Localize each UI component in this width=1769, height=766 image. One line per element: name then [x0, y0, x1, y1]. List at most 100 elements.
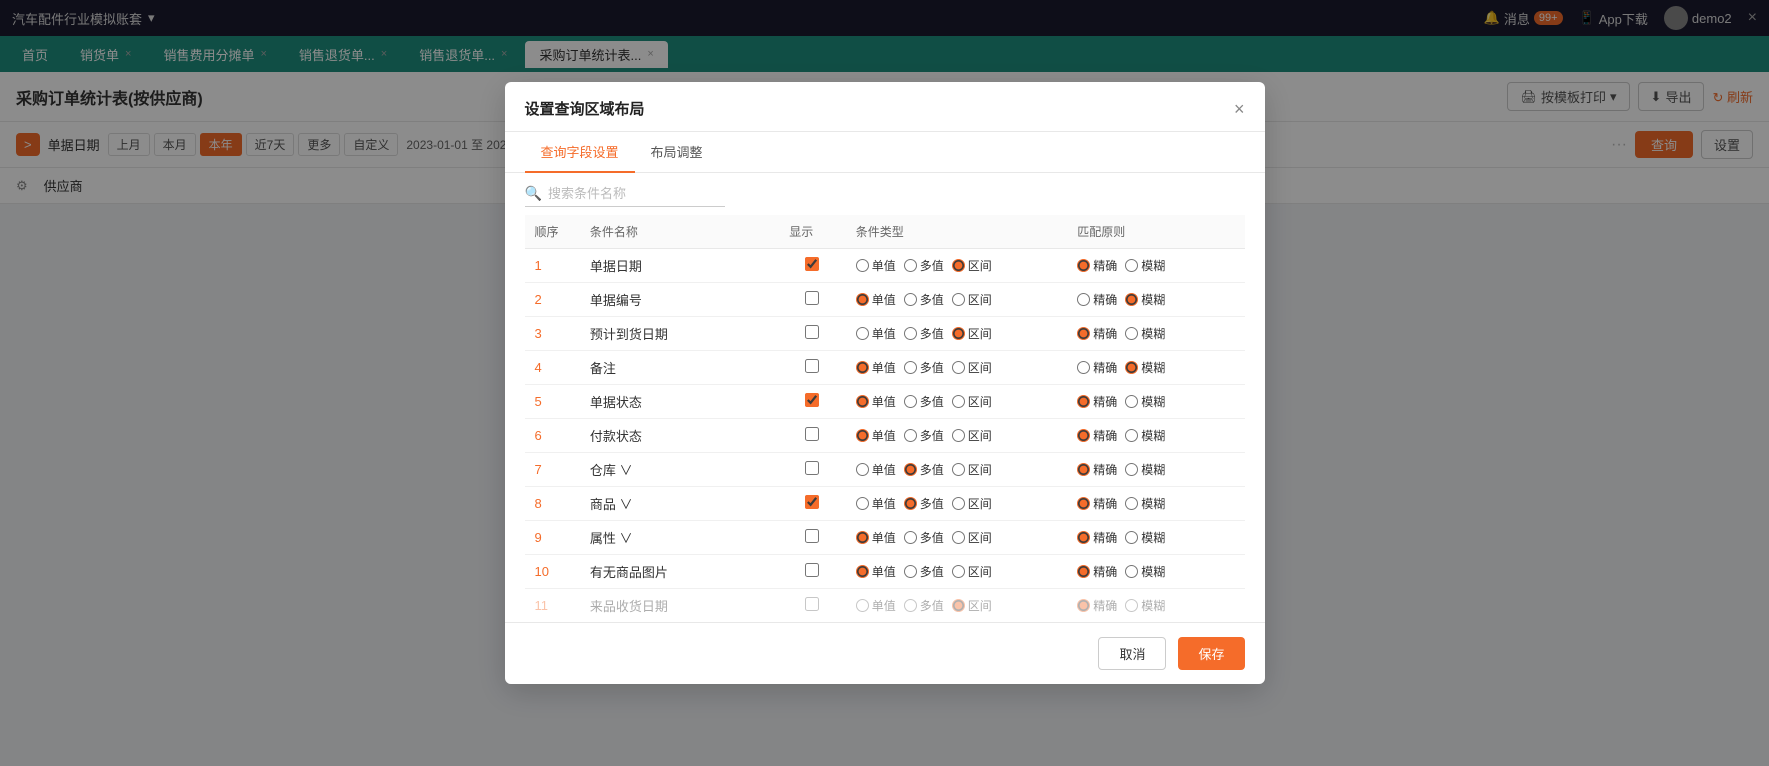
- type-radio-label[interactable]: 多值: [904, 325, 944, 342]
- save-button[interactable]: 保存: [1178, 637, 1244, 670]
- type-radio-input[interactable]: [856, 463, 869, 476]
- match-radio-label[interactable]: 精确: [1077, 495, 1117, 512]
- type-radio-input[interactable]: [856, 293, 869, 306]
- type-radio-label[interactable]: 多值: [904, 597, 944, 614]
- type-radio-input[interactable]: [904, 599, 917, 612]
- match-radio-input[interactable]: [1125, 395, 1138, 408]
- type-radio-label[interactable]: 单值: [856, 427, 896, 444]
- type-radio-label[interactable]: 区间: [952, 393, 992, 410]
- display-checkbox[interactable]: [805, 291, 819, 305]
- type-radio-label[interactable]: 单值: [856, 291, 896, 308]
- type-radio-input[interactable]: [952, 259, 965, 272]
- match-radio-label[interactable]: 模糊: [1125, 461, 1165, 478]
- type-radio-label[interactable]: 区间: [952, 529, 992, 546]
- type-radio-input[interactable]: [952, 531, 965, 544]
- match-radio-input[interactable]: [1077, 463, 1090, 476]
- match-radio-label[interactable]: 模糊: [1125, 257, 1165, 274]
- type-radio-label[interactable]: 区间: [952, 427, 992, 444]
- type-radio-label[interactable]: 单值: [856, 359, 896, 376]
- match-radio-label[interactable]: 精确: [1077, 427, 1117, 444]
- match-radio-label[interactable]: 精确: [1077, 597, 1117, 614]
- type-radio-input[interactable]: [904, 429, 917, 442]
- match-radio-input[interactable]: [1077, 599, 1090, 612]
- type-radio-input[interactable]: [904, 531, 917, 544]
- match-radio-input[interactable]: [1125, 259, 1138, 272]
- type-radio-label[interactable]: 区间: [952, 257, 992, 274]
- type-radio-label[interactable]: 单值: [856, 563, 896, 580]
- type-radio-label[interactable]: 单值: [856, 529, 896, 546]
- type-radio-label[interactable]: 多值: [904, 427, 944, 444]
- modal-close-button[interactable]: ×: [1234, 100, 1245, 118]
- type-radio-label[interactable]: 区间: [952, 325, 992, 342]
- search-input[interactable]: [548, 186, 725, 201]
- display-checkbox[interactable]: [805, 427, 819, 441]
- modal-tab-query-fields[interactable]: 查询字段设置: [525, 132, 635, 173]
- display-checkbox[interactable]: [805, 359, 819, 373]
- type-radio-input[interactable]: [952, 395, 965, 408]
- type-radio-label[interactable]: 单值: [856, 257, 896, 274]
- match-radio-input[interactable]: [1077, 395, 1090, 408]
- match-radio-label[interactable]: 模糊: [1125, 427, 1165, 444]
- type-radio-input[interactable]: [904, 327, 917, 340]
- match-radio-label[interactable]: 模糊: [1125, 325, 1165, 342]
- type-radio-label[interactable]: 多值: [904, 529, 944, 546]
- match-radio-input[interactable]: [1125, 599, 1138, 612]
- match-radio-input[interactable]: [1077, 429, 1090, 442]
- match-radio-label[interactable]: 模糊: [1125, 495, 1165, 512]
- type-radio-label[interactable]: 多值: [904, 257, 944, 274]
- type-radio-label[interactable]: 多值: [904, 461, 944, 478]
- type-radio-input[interactable]: [856, 497, 869, 510]
- match-radio-input[interactable]: [1077, 327, 1090, 340]
- type-radio-label[interactable]: 单值: [856, 461, 896, 478]
- type-radio-label[interactable]: 多值: [904, 291, 944, 308]
- match-radio-label[interactable]: 精确: [1077, 461, 1117, 478]
- match-radio-label[interactable]: 精确: [1077, 325, 1117, 342]
- display-checkbox[interactable]: [805, 257, 819, 271]
- type-radio-input[interactable]: [952, 599, 965, 612]
- match-radio-label[interactable]: 模糊: [1125, 563, 1165, 580]
- display-checkbox[interactable]: [805, 529, 819, 543]
- match-radio-label[interactable]: 精确: [1077, 359, 1117, 376]
- type-radio-input[interactable]: [952, 463, 965, 476]
- match-radio-input[interactable]: [1125, 327, 1138, 340]
- type-radio-label[interactable]: 多值: [904, 359, 944, 376]
- match-radio-input[interactable]: [1125, 361, 1138, 374]
- type-radio-label[interactable]: 单值: [856, 597, 896, 614]
- match-radio-input[interactable]: [1125, 293, 1138, 306]
- type-radio-input[interactable]: [856, 259, 869, 272]
- match-radio-label[interactable]: 模糊: [1125, 529, 1165, 546]
- type-radio-input[interactable]: [856, 565, 869, 578]
- match-radio-input[interactable]: [1125, 531, 1138, 544]
- type-radio-input[interactable]: [856, 531, 869, 544]
- display-checkbox[interactable]: [805, 495, 819, 509]
- modal-tab-layout-adjust[interactable]: 布局调整: [635, 132, 719, 173]
- match-radio-input[interactable]: [1077, 259, 1090, 272]
- type-radio-input[interactable]: [904, 361, 917, 374]
- display-checkbox[interactable]: [805, 597, 819, 611]
- type-radio-label[interactable]: 多值: [904, 495, 944, 512]
- match-radio-label[interactable]: 精确: [1077, 393, 1117, 410]
- display-checkbox[interactable]: [805, 393, 819, 407]
- match-radio-label[interactable]: 模糊: [1125, 597, 1165, 614]
- display-checkbox[interactable]: [805, 325, 819, 339]
- type-radio-input[interactable]: [904, 463, 917, 476]
- display-checkbox[interactable]: [805, 461, 819, 475]
- match-radio-label[interactable]: 精确: [1077, 563, 1117, 580]
- match-radio-label[interactable]: 精确: [1077, 257, 1117, 274]
- type-radio-label[interactable]: 多值: [904, 563, 944, 580]
- type-radio-input[interactable]: [952, 565, 965, 578]
- type-radio-input[interactable]: [952, 293, 965, 306]
- match-radio-label[interactable]: 精确: [1077, 291, 1117, 308]
- match-radio-label[interactable]: 精确: [1077, 529, 1117, 546]
- type-radio-label[interactable]: 区间: [952, 461, 992, 478]
- match-radio-label[interactable]: 模糊: [1125, 393, 1165, 410]
- match-radio-input[interactable]: [1077, 565, 1090, 578]
- type-radio-label[interactable]: 区间: [952, 291, 992, 308]
- type-radio-input[interactable]: [904, 497, 917, 510]
- type-radio-label[interactable]: 区间: [952, 563, 992, 580]
- type-radio-input[interactable]: [904, 259, 917, 272]
- type-radio-label[interactable]: 区间: [952, 495, 992, 512]
- type-radio-label[interactable]: 区间: [952, 597, 992, 614]
- match-radio-label[interactable]: 模糊: [1125, 359, 1165, 376]
- match-radio-input[interactable]: [1077, 293, 1090, 306]
